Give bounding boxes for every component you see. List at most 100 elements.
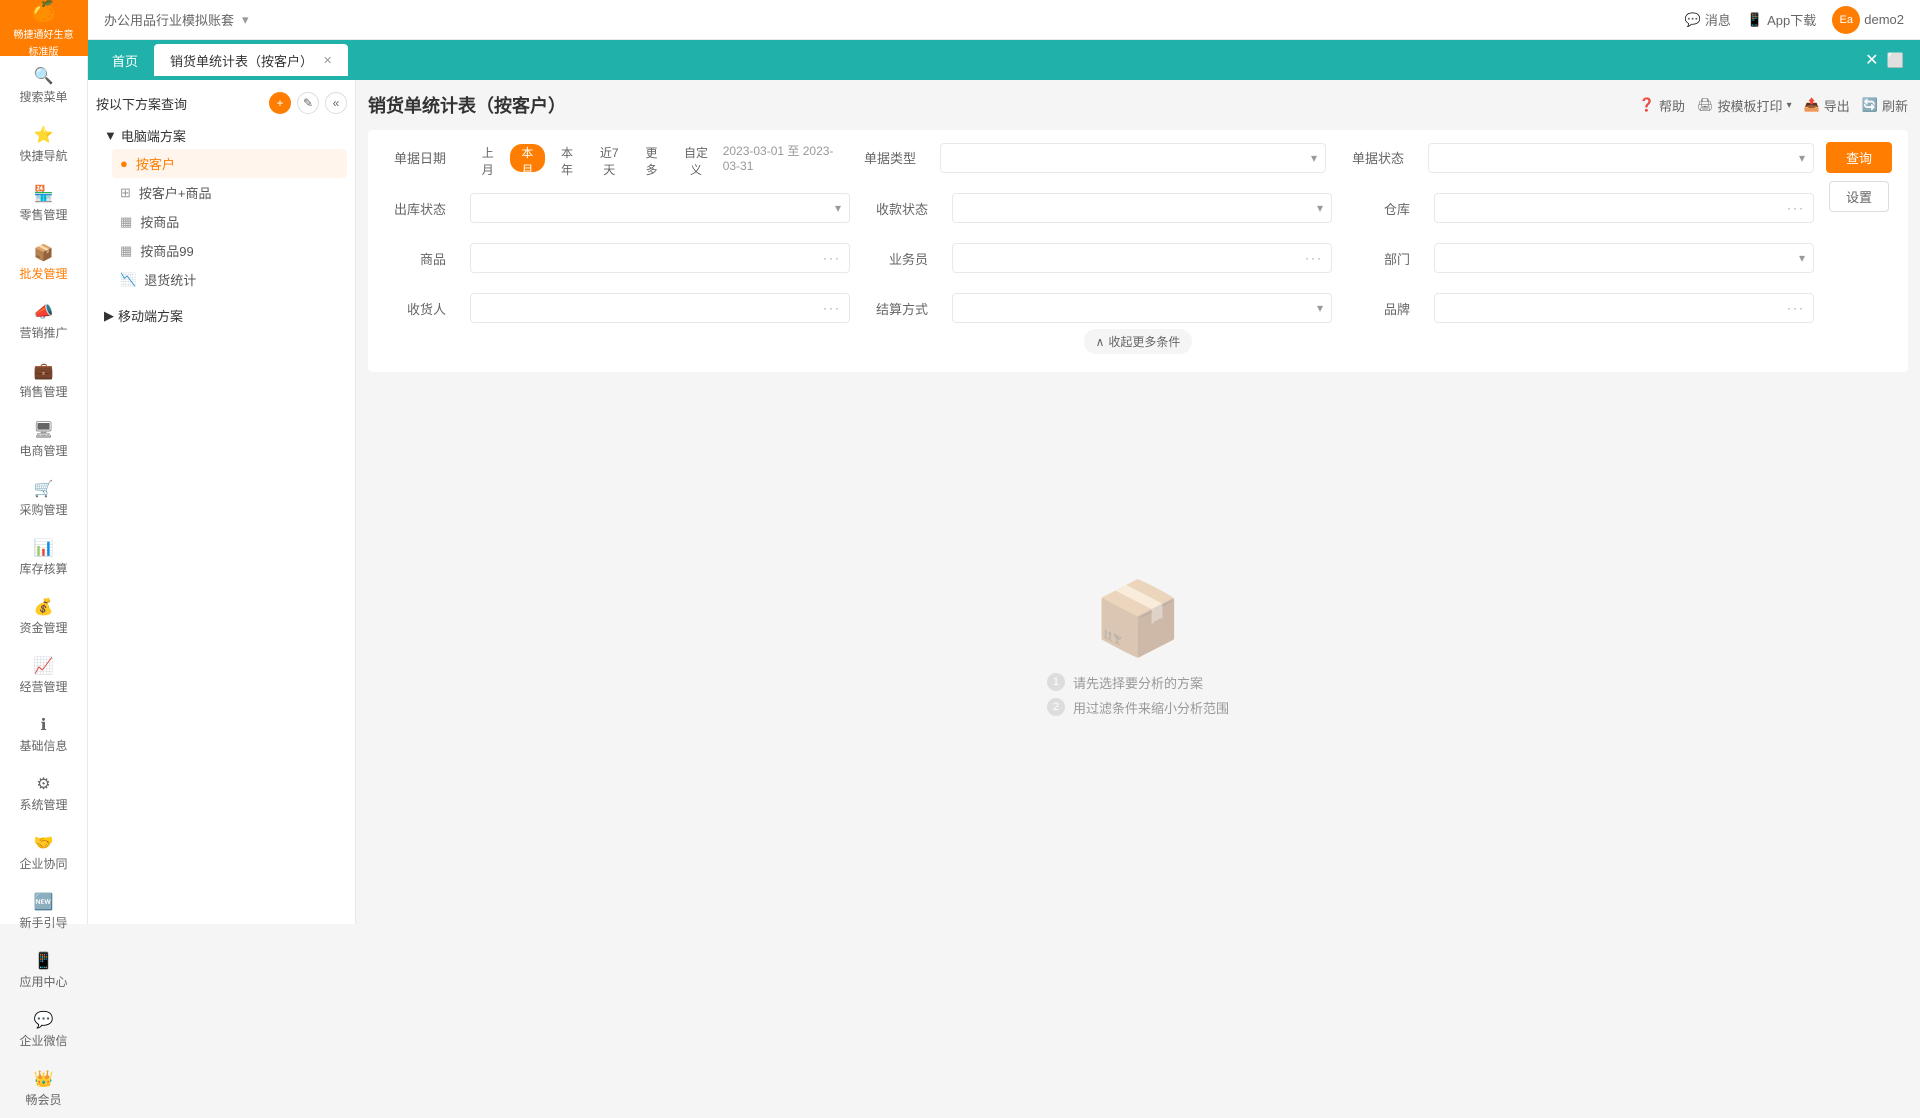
tree-category-label: 电脑端方案 xyxy=(121,126,186,145)
filter-row-1: 单据日期 上月 本月 本年 近7天 更多 自定义 2023-03-01 至 20… xyxy=(384,142,1814,173)
topbar-right: 💬 消息 📱 App下载 Ea demo2 xyxy=(1685,6,1904,34)
query-button[interactable]: 查询 xyxy=(1826,142,1892,173)
sidebar-label-14: 新手引导 xyxy=(19,914,67,931)
sidebar-item-1[interactable]: ⭐快捷导航 xyxy=(0,115,87,174)
out-status-select[interactable]: ▾ xyxy=(470,193,850,223)
date-btn-custom[interactable]: 自定义 xyxy=(673,144,718,172)
user-info[interactable]: Ea demo2 xyxy=(1832,6,1904,34)
company-name: 办公用品行业模拟账套 xyxy=(104,10,234,29)
tab-sales-stats[interactable]: 销货单统计表（按客户） ✕ xyxy=(154,44,348,76)
warehouse-select[interactable]: ··· xyxy=(1434,193,1814,223)
settle-select[interactable]: ▾ xyxy=(952,293,1332,323)
tree-leaf-by-customer[interactable]: ● 按客户 xyxy=(112,149,347,178)
sidebar-item-12[interactable]: ⚙系统管理 xyxy=(0,764,87,823)
sidebar-item-6[interactable]: 🖥电商管理 xyxy=(0,410,87,469)
date-btn-this-year[interactable]: 本年 xyxy=(549,144,585,172)
sidebar-item-17[interactable]: 👑畅会员 xyxy=(0,1059,87,1118)
panel-title: 按以下方案查询 xyxy=(96,94,187,113)
sidebar-item-7[interactable]: 🛒采购管理 xyxy=(0,469,87,528)
tree-leaf-returns[interactable]: 📉 退货统计 xyxy=(112,265,347,294)
sidebar-icon-5: 💼 xyxy=(34,361,54,381)
sidebar-item-5[interactable]: 💼销售管理 xyxy=(0,351,87,410)
tree-leaf-by-goods99[interactable]: ▦ 按商品99 xyxy=(112,236,347,265)
tab-close-window-icon[interactable]: ✕ xyxy=(1865,50,1878,70)
date-btn-more[interactable]: 更多 xyxy=(634,144,670,172)
add-scheme-btn[interactable]: + xyxy=(269,92,291,114)
dept-label: 部门 xyxy=(1348,249,1418,268)
settings-button[interactable]: 设置 xyxy=(1829,181,1889,212)
sidebar-item-16[interactable]: 💬企业微信 xyxy=(0,1000,87,1059)
message-icon: 💬 xyxy=(1685,12,1701,28)
staff-label: 业务员 xyxy=(866,249,936,268)
export-btn[interactable]: 📤 导出 xyxy=(1804,96,1850,115)
tip-text-2: 用过滤条件来缩小分析范围 xyxy=(1073,698,1229,717)
tree-leaf-by-customer-goods[interactable]: ⊞ 按客户+商品 xyxy=(112,178,347,207)
sidebar-label-0: 搜索菜单 xyxy=(19,88,67,105)
right-panel: 销货单统计表（按客户） ❓ 帮助 🖨 按模板打印 ▾ 📤 导出 xyxy=(356,80,1920,924)
filter-row-3: 商品 ··· 业务员 ··· 部门 ▾ xyxy=(384,243,1814,273)
refresh-label: 刷新 xyxy=(1882,96,1908,115)
order-status-label: 单据状态 xyxy=(1342,148,1412,167)
sidebar-item-4[interactable]: 📣营销推广 xyxy=(0,292,87,351)
tree-category-mobile[interactable]: ▶ 移动端方案 xyxy=(96,302,347,329)
sidebar-item-14[interactable]: 🆕新手引导 xyxy=(0,882,87,941)
page-actions: ❓ 帮助 🖨 按模板打印 ▾ 📤 导出 🔄 刷新 xyxy=(1639,96,1908,115)
sidebar-item-15[interactable]: 📱应用中心 xyxy=(0,941,87,1000)
sidebar-item-0[interactable]: 🔍 搜索菜单 xyxy=(0,56,87,115)
tab-home[interactable]: 首页 xyxy=(96,44,154,76)
date-btn-this-month[interactable]: 本月 xyxy=(510,144,546,172)
app-download-btn[interactable]: 📱 App下载 xyxy=(1747,10,1816,29)
dept-select[interactable]: ▾ xyxy=(1434,243,1814,273)
tab-maximize-icon[interactable]: ⬜ xyxy=(1887,52,1904,69)
sidebar-label-1: 快捷导航 xyxy=(19,147,67,164)
tree-children-desktop: ● 按客户 ⊞ 按客户+商品 ▦ 按商品 ▦ 按商品99 📉 退货统计 xyxy=(96,149,347,294)
sidebar-item-10[interactable]: 📈经营管理 xyxy=(0,646,87,705)
sidebar-icon-0: 🔍 xyxy=(34,66,54,86)
export-label: 导出 xyxy=(1824,96,1850,115)
order-status-select[interactable]: ▾ xyxy=(1428,143,1814,173)
date-filter: 上月 本月 本年 近7天 更多 自定义 2023-03-01 至 2023-03… xyxy=(470,142,838,173)
tab-close-icon[interactable]: ✕ xyxy=(323,54,332,67)
empty-state: 📦 1 请先选择要分析的方案 2 用过滤条件来缩小分析范围 xyxy=(368,380,1908,912)
collapse-btn[interactable]: ∧ 收起更多条件 xyxy=(1084,329,1193,354)
date-btn-7days[interactable]: 近7天 xyxy=(589,144,630,172)
sidebar-item-2[interactable]: 🏪零售管理 xyxy=(0,174,87,233)
brand-label: 品牌 xyxy=(1348,299,1418,318)
tab-home-label: 首页 xyxy=(112,51,138,70)
collapse-panel-btn[interactable]: « xyxy=(325,92,347,114)
sidebar-item-9[interactable]: 💰资金管理 xyxy=(0,587,87,646)
staff-select[interactable]: ··· xyxy=(952,243,1332,273)
sidebar-item-8[interactable]: 📊库存核算 xyxy=(0,528,87,587)
sidebar-item-3[interactable]: 📦批发管理 xyxy=(0,233,87,292)
receiver-input[interactable]: ··· xyxy=(470,293,850,323)
date-btn-last-month[interactable]: 上月 xyxy=(470,144,506,172)
sidebar-item-13[interactable]: 🤝企业协同 xyxy=(0,823,87,882)
tree-leaf-by-goods[interactable]: ▦ 按商品 xyxy=(112,207,347,236)
goods-select[interactable]: ··· xyxy=(470,243,850,273)
goods-label: 商品 xyxy=(384,249,454,268)
help-btn[interactable]: ❓ 帮助 xyxy=(1639,96,1685,115)
message-btn[interactable]: 💬 消息 xyxy=(1685,10,1731,29)
tip-num-2: 2 xyxy=(1047,698,1065,716)
sidebar-icon-10: 📈 xyxy=(34,656,54,676)
template-print-btn[interactable]: 🖨 按模板打印 ▾ xyxy=(1697,96,1792,115)
tree-category-desktop[interactable]: ▼ 电脑端方案 xyxy=(96,122,347,149)
tree-mobile-label: 移动端方案 xyxy=(118,306,183,325)
leaf-icon-customer: ● xyxy=(120,156,128,171)
leaf-icon-cg: ⊞ xyxy=(120,185,131,201)
refresh-btn[interactable]: 🔄 刷新 xyxy=(1862,96,1908,115)
edit-scheme-btn[interactable]: ✎ xyxy=(297,92,319,114)
empty-tip-1: 1 请先选择要分析的方案 xyxy=(1047,673,1229,692)
sidebar-item-11[interactable]: ℹ基础信息 xyxy=(0,705,87,764)
dropdown-arrow-company[interactable]: ▾ xyxy=(242,12,249,28)
tree-expand-icon: ▼ xyxy=(104,128,117,143)
sidebar-label-17: 畅会员 xyxy=(25,1091,61,1108)
app-download-label: App下载 xyxy=(1767,10,1816,29)
brand-select[interactable]: ··· xyxy=(1434,293,1814,323)
panel-header: 按以下方案查询 + ✎ « xyxy=(96,92,347,114)
order-type-select[interactable]: ▾ xyxy=(940,143,1326,173)
leaf-icon-goods99: ▦ xyxy=(120,243,132,259)
leaf-icon-goods: ▦ xyxy=(120,214,132,230)
collect-status-select[interactable]: ▾ xyxy=(952,193,1332,223)
leaf-label-goods99: 按商品99 xyxy=(140,241,193,260)
